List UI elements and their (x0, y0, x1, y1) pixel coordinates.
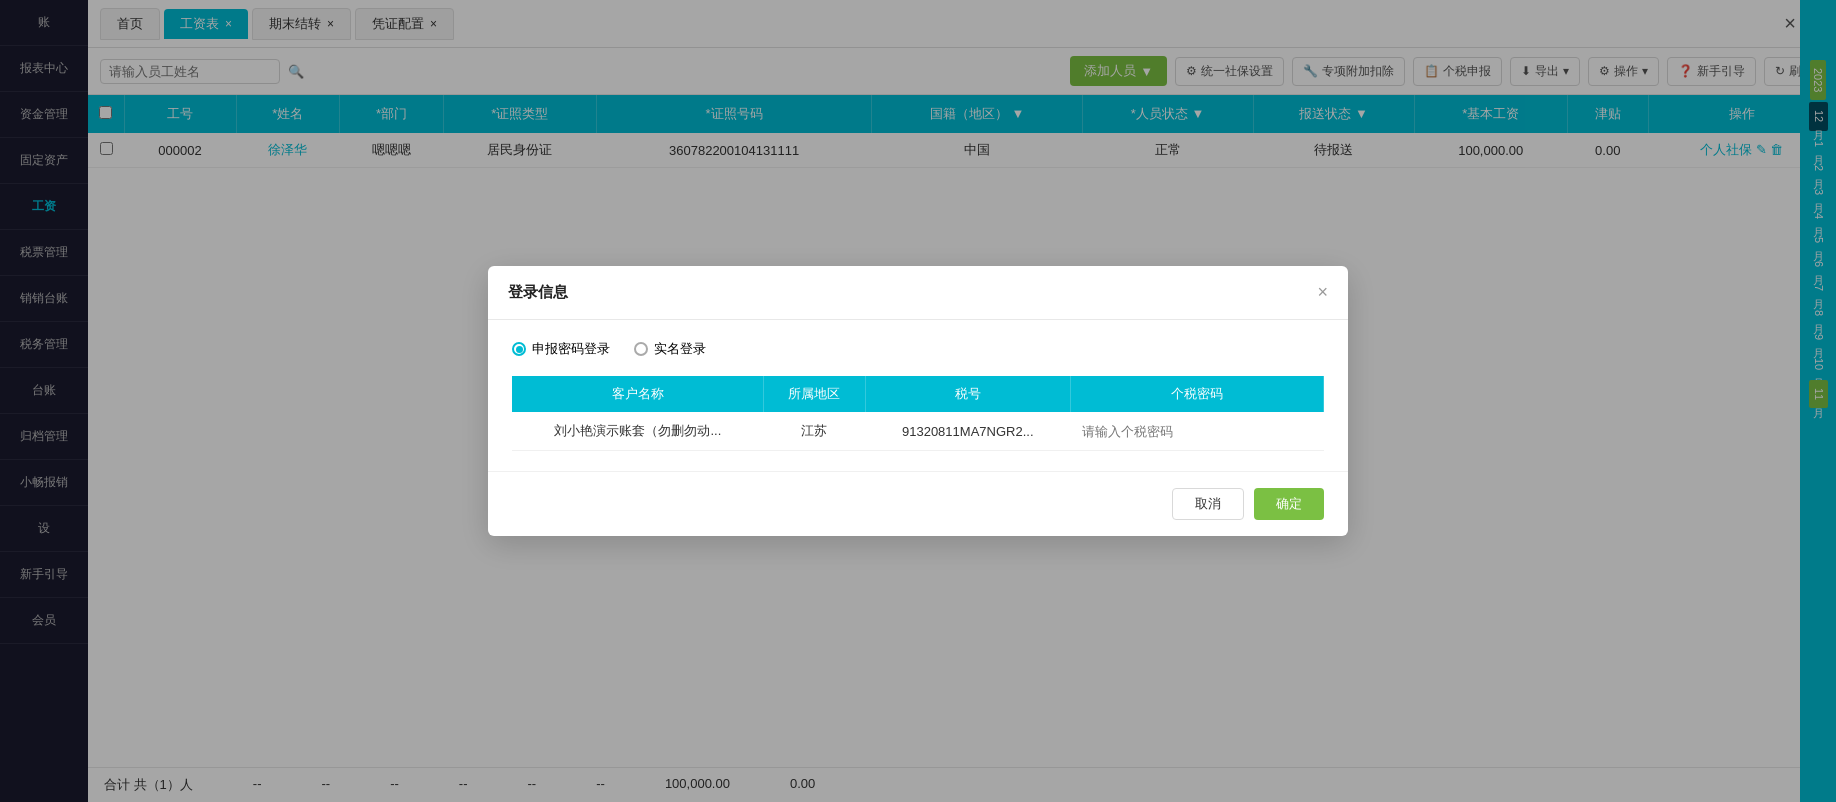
dialog-cell-kehu: 刘小艳演示账套（勿删勿动... (512, 412, 764, 451)
dialog-col-suoshu: 所属地区 (764, 376, 866, 412)
dialog-table: 客户名称 所属地区 税号 个税密码 刘小艳演示账套（勿删勿动... 江苏 913… (512, 376, 1324, 451)
dialog-cell-mima[interactable] (1070, 412, 1323, 451)
dialog-cell-shuihao: 91320811MA7NGR2... (865, 412, 1070, 451)
dialog-close-button[interactable]: × (1317, 282, 1328, 303)
dialog-footer: 取消 确定 (488, 471, 1348, 536)
radio-shiming[interactable]: 实名登录 (634, 340, 706, 358)
dialog-header: 登录信息 × (488, 266, 1348, 320)
dialog-cell-suoshu: 江苏 (764, 412, 866, 451)
dialog-col-geshuimima: 个税密码 (1070, 376, 1323, 412)
dialog-title: 登录信息 (508, 283, 568, 302)
dialog-col-shuihao: 税号 (865, 376, 1070, 412)
cancel-button[interactable]: 取消 (1172, 488, 1244, 520)
geshuimima-input[interactable] (1082, 424, 1311, 439)
radio-group: 申报密码登录 实名登录 (512, 340, 1324, 358)
login-dialog: 登录信息 × 申报密码登录 实名登录 客户名称 所属 (488, 266, 1348, 536)
confirm-button[interactable]: 确定 (1254, 488, 1324, 520)
dialog-body: 申报密码登录 实名登录 客户名称 所属地区 税号 个税密码 (488, 320, 1348, 471)
dialog-col-kehu: 客户名称 (512, 376, 764, 412)
radio-shenbao[interactable]: 申报密码登录 (512, 340, 610, 358)
dialog-overlay: 登录信息 × 申报密码登录 实名登录 客户名称 所属 (0, 0, 1836, 802)
dialog-table-row: 刘小艳演示账套（勿删勿动... 江苏 91320811MA7NGR2... (512, 412, 1324, 451)
radio-dot-shiming (634, 342, 648, 356)
radio-dot-shenbao (512, 342, 526, 356)
